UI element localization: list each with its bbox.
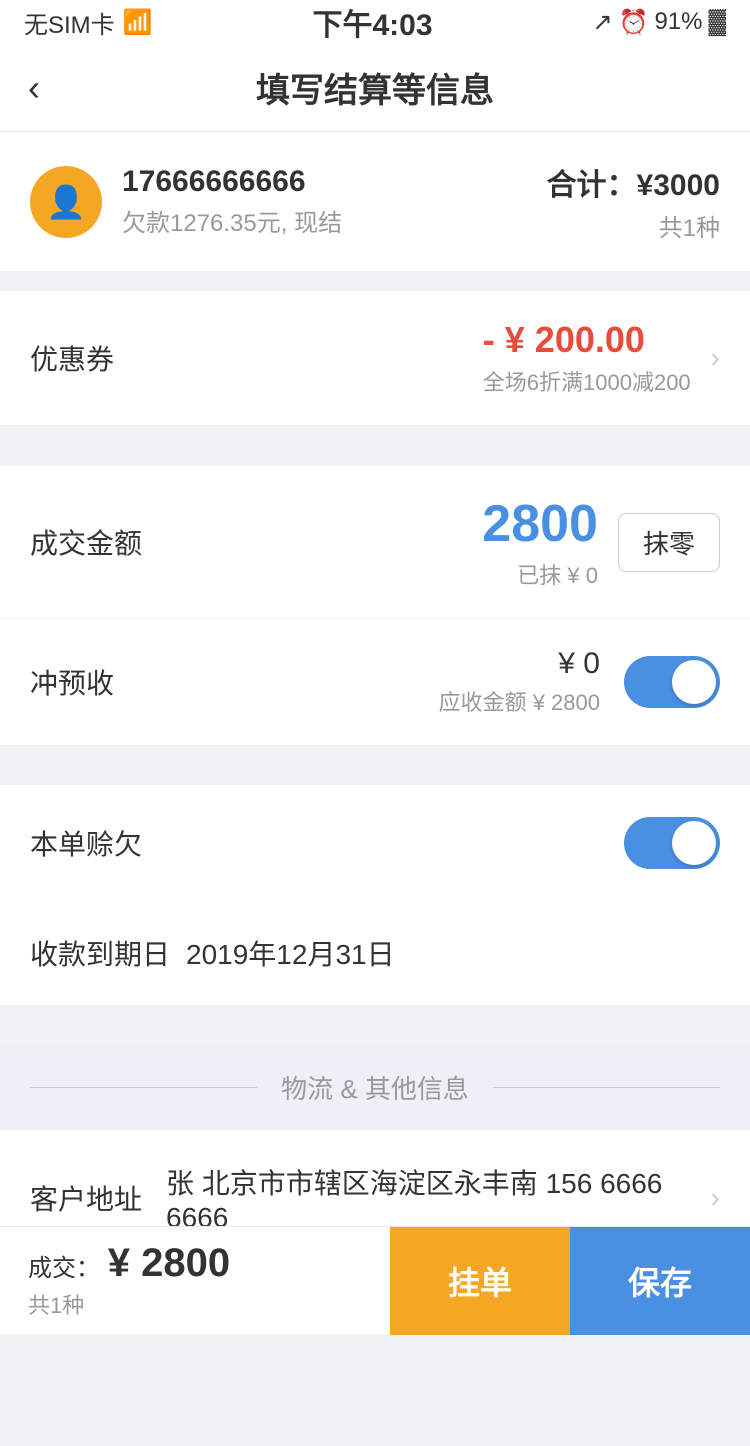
duedate-row: 收款到期日 2019年12月31日: [0, 901, 750, 1005]
battery-icon: ▓: [709, 8, 727, 36]
sim-status: 无SIM卡: [24, 5, 115, 40]
discount-value-block: - ¥ 200.00 全场6折满1000减200: [483, 319, 691, 397]
customer-subtext: 欠款1276.35元, 现结: [122, 203, 342, 238]
deal-amount-block: 2800 已抹 ¥ 0: [482, 494, 598, 590]
total-count: 共1种: [547, 208, 720, 243]
customer-row: 👤 17666666666 欠款1276.35元, 现结 合计：¥3000 共1…: [0, 132, 750, 271]
status-bar: 无SIM卡 📶 下午4:03 ↗ ⏰ 91% ▓: [0, 0, 750, 44]
customer-right: 合计：¥3000 共1种: [547, 160, 720, 243]
bottom-summary-label: 成交：: [28, 1255, 100, 1282]
address-label: 客户地址: [30, 1178, 142, 1218]
duedate-label: 收款到期日: [30, 933, 170, 973]
section-divider-3: [0, 1025, 750, 1045]
deal-amount-card: 成交金额 2800 已抹 ¥ 0 抹零 冲预收 ¥ 0 应收金额 ¥ 2800: [0, 466, 750, 745]
wifi-icon: 📶: [123, 8, 153, 37]
status-left: 无SIM卡 📶: [24, 5, 153, 40]
deal-amount-right: 2800 已抹 ¥ 0 抹零: [482, 494, 720, 590]
pre-amount-block: ¥ 0 应收金额 ¥ 2800: [439, 647, 600, 717]
pending-button[interactable]: 挂单: [390, 1227, 570, 1335]
nav-bar: ‹ 填写结算等信息: [0, 44, 750, 132]
customer-phone: 17666666666: [122, 165, 342, 199]
section-divider-2: [0, 765, 750, 785]
alarm-icon: ⏰: [619, 8, 649, 37]
customer-info: 17666666666 欠款1276.35元, 现结: [122, 165, 342, 238]
pre-receive-label: 冲预收: [30, 662, 114, 702]
discount-row[interactable]: 优惠券 - ¥ 200.00 全场6折满1000减200 ›: [0, 291, 750, 426]
address-chevron-icon: ›: [711, 1182, 720, 1214]
discount-label: 优惠券: [30, 338, 114, 378]
bottom-summary-value: ¥ 2800: [108, 1241, 230, 1285]
logistics-line-right: [493, 1087, 720, 1088]
pre-receive-amount: ¥ 0: [439, 647, 600, 681]
logistics-section-header: 物流 & 其他信息: [0, 1045, 750, 1130]
pre-receive-right: ¥ 0 应收金额 ¥ 2800: [439, 647, 720, 717]
toggle-knob: [672, 660, 716, 704]
discount-subtext: 全场6折满1000减200: [483, 365, 691, 397]
discount-right: - ¥ 200.00 全场6折满1000减200 ›: [483, 319, 720, 397]
avatar: 👤: [30, 166, 102, 238]
debt-row: 本单赊欠: [0, 785, 750, 901]
customer-card: 👤 17666666666 欠款1276.35元, 现结 合计：¥3000 共1…: [0, 132, 750, 271]
duedate-value: 2019年12月31日: [186, 933, 395, 973]
total-amount: 合计：¥3000: [547, 160, 720, 204]
debt-toggle-knob: [672, 821, 716, 865]
logistics-line-left: [30, 1087, 257, 1088]
page-title: 填写结算等信息: [256, 63, 494, 112]
bottom-summary: 成交： ¥ 2800 共1种: [0, 1241, 390, 1320]
deal-amount-value: 2800: [482, 494, 598, 554]
save-button[interactable]: 保存: [570, 1227, 750, 1335]
chevron-right-icon: ›: [711, 342, 720, 374]
bottom-bar: 成交： ¥ 2800 共1种 挂单 保存: [0, 1226, 750, 1334]
pre-receive-toggle[interactable]: [624, 656, 720, 708]
debt-card: 本单赊欠 收款到期日 2019年12月31日: [0, 785, 750, 1005]
section-divider-1: [0, 446, 750, 466]
logistics-label: 物流 & 其他信息: [281, 1069, 469, 1106]
deal-amount-row: 成交金额 2800 已抹 ¥ 0 抹零: [0, 466, 750, 619]
deal-amount-sub: 已抹 ¥ 0: [482, 558, 598, 590]
status-right: ↗ ⏰ 91% ▓: [592, 8, 726, 37]
status-time: 下午4:03: [312, 0, 432, 44]
battery-level: 91%: [654, 8, 702, 36]
discount-card: 优惠券 - ¥ 200.00 全场6折满1000减200 ›: [0, 291, 750, 426]
back-button[interactable]: ‹: [28, 67, 40, 109]
discount-amount: - ¥ 200.00: [483, 319, 691, 361]
bottom-total-line: 成交： ¥ 2800: [28, 1241, 362, 1286]
round-button[interactable]: 抹零: [618, 513, 720, 572]
debt-toggle[interactable]: [624, 817, 720, 869]
pre-receive-sub: 应收金额 ¥ 2800: [439, 685, 600, 717]
deal-amount-label: 成交金额: [30, 522, 142, 562]
pre-receive-row: 冲预收 ¥ 0 应收金额 ¥ 2800: [0, 619, 750, 745]
debt-label: 本单赊欠: [30, 823, 142, 863]
location-icon: ↗: [592, 8, 612, 37]
customer-left: 👤 17666666666 欠款1276.35元, 现结: [30, 165, 342, 238]
address-value: 张 北京市市辖区海淀区永丰南 156 6666 6666: [166, 1162, 711, 1234]
bottom-count: 共1种: [28, 1288, 362, 1320]
